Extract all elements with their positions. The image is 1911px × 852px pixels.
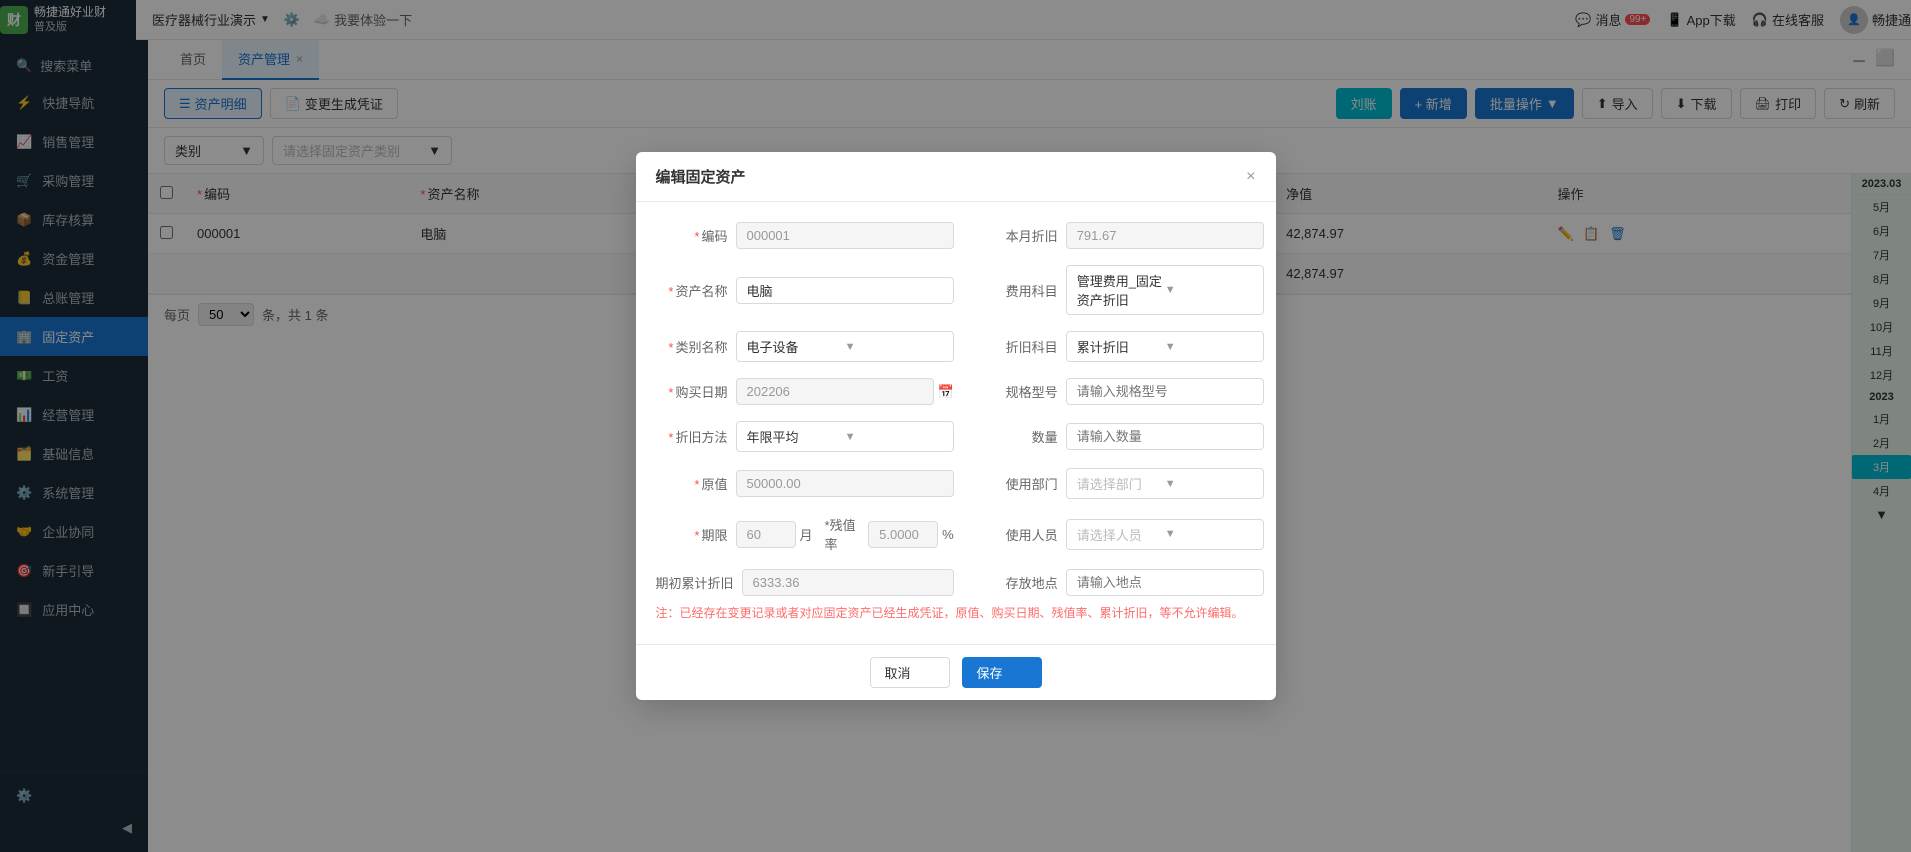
- form-row-dep-method: *折旧方法 年限平均 ▼: [656, 421, 954, 452]
- form-row-spec-model: 规格型号: [978, 378, 1264, 405]
- form-row-person: 使用人员 请选择人员 ▼: [978, 515, 1264, 553]
- expense-chevron-icon: ▼: [1165, 284, 1253, 296]
- dep-subject-select[interactable]: 累计折旧 ▼: [1066, 331, 1264, 362]
- form-row-dep-subject: 折旧科目 累计折旧 ▼: [978, 331, 1264, 362]
- form-grid: *编码 本月折旧 *资产名称 费用科目 管理费用_固定资产折旧: [656, 222, 1256, 596]
- form-row-location: 存放地点: [978, 569, 1264, 596]
- save-button[interactable]: 保存: [962, 657, 1042, 688]
- form-row-purchase-date: *购买日期 📅: [656, 378, 954, 405]
- dep-subject-chevron-icon: ▼: [1165, 341, 1253, 353]
- modal-note: 注：已经存在变更记录或者对应固定资产已经生成凭证，原值、购买日期、残值率、累计折…: [656, 596, 1256, 623]
- department-select[interactable]: 请选择部门 ▼: [1066, 468, 1264, 499]
- residual-rate-input: [868, 521, 938, 548]
- form-row-period-residual: *期限 月 *残值率 %: [656, 515, 954, 553]
- modal-close-button[interactable]: ×: [1246, 168, 1255, 186]
- location-input[interactable]: [1066, 569, 1264, 596]
- edit-asset-modal: 编辑固定资产 × *编码 本月折旧 *资产名称: [636, 152, 1276, 699]
- form-row-quantity: 数量: [978, 421, 1264, 452]
- category-chevron-icon: ▼: [845, 341, 943, 353]
- original-value-input: [736, 470, 954, 497]
- dep-method-chevron-icon: ▼: [845, 431, 943, 443]
- initial-accum-dep-input: [742, 569, 954, 596]
- form-row-code: *编码: [656, 222, 954, 249]
- form-row-department: 使用部门 请选择部门 ▼: [978, 468, 1264, 499]
- purchase-date-input: [736, 378, 934, 405]
- form-row-initial-accum-dep: 期初累计折旧: [656, 569, 954, 596]
- modal-overlay: 编辑固定资产 × *编码 本月折旧 *资产名称: [0, 0, 1911, 852]
- category-select[interactable]: 电子设备 ▼: [736, 331, 954, 362]
- asset-name-input[interactable]: [736, 277, 954, 304]
- form-row-monthly-dep: 本月折旧: [978, 222, 1264, 249]
- modal-header: 编辑固定资产 ×: [636, 152, 1276, 202]
- expense-subject-select[interactable]: 管理费用_固定资产折旧 ▼: [1066, 265, 1264, 315]
- person-select[interactable]: 请选择人员 ▼: [1066, 519, 1264, 550]
- form-row-original-value: *原值: [656, 468, 954, 499]
- calendar-icon[interactable]: 📅: [938, 384, 954, 400]
- form-row-category: *类别名称 电子设备 ▼: [656, 331, 954, 362]
- modal-body: *编码 本月折旧 *资产名称 费用科目 管理费用_固定资产折旧: [636, 202, 1276, 643]
- period-input: [736, 521, 796, 548]
- residual-rate-label: *残值率: [825, 515, 865, 553]
- quantity-input[interactable]: [1066, 423, 1264, 450]
- residual-rate-unit: %: [942, 527, 954, 542]
- form-row-expense-subject: 费用科目 管理费用_固定资产折旧 ▼: [978, 265, 1264, 315]
- spec-model-input[interactable]: [1066, 378, 1264, 405]
- monthly-dep-input: [1066, 222, 1264, 249]
- person-chevron-icon: ▼: [1165, 528, 1253, 540]
- period-unit: 月: [800, 525, 813, 544]
- modal-title: 编辑固定资产: [656, 166, 746, 187]
- dep-method-select[interactable]: 年限平均 ▼: [736, 421, 954, 452]
- form-row-asset-name: *资产名称: [656, 265, 954, 315]
- code-input[interactable]: [736, 222, 954, 249]
- cancel-button[interactable]: 取消: [870, 657, 950, 688]
- dept-chevron-icon: ▼: [1165, 478, 1253, 490]
- modal-footer: 取消 保存: [636, 644, 1276, 700]
